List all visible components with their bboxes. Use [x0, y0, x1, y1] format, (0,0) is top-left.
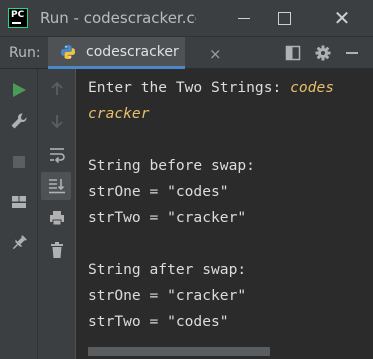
before-strone: strOne = "codes"	[88, 183, 229, 200]
up-arrow-icon[interactable]	[48, 80, 66, 98]
user-input-line2: cracker	[88, 105, 150, 122]
gear-icon[interactable]	[315, 45, 331, 61]
maximize-window-button[interactable]	[272, 6, 296, 30]
after-strone: strOne = "cracker"	[88, 287, 247, 304]
minimize-window-button[interactable]	[232, 6, 256, 30]
print-icon[interactable]	[48, 209, 66, 227]
layout-icon[interactable]	[285, 45, 301, 61]
down-arrow-icon[interactable]	[48, 112, 66, 130]
before-swap-heading: String before swap:	[88, 157, 255, 174]
run-tab-label: codescracker	[86, 44, 179, 60]
after-strtwo: strTwo = "codes"	[88, 313, 229, 330]
run-tab-codescracker[interactable]: codescracker ×	[48, 37, 222, 69]
console-toolbar	[38, 69, 76, 359]
pycharm-logo-icon: PC	[8, 8, 28, 28]
horizontal-scrollbar[interactable]	[88, 347, 270, 356]
minimize-panel-icon[interactable]	[344, 45, 360, 61]
trash-icon[interactable]	[48, 241, 66, 259]
pin-icon[interactable]	[10, 234, 28, 252]
console-line-prompt: Enter the Two Strings: codes	[88, 75, 334, 101]
run-icon[interactable]	[10, 81, 28, 99]
prompt-text: Enter the Two Strings:	[88, 79, 291, 96]
console-output[interactable]: Enter the Two Strings: codes cracker Str…	[76, 69, 373, 359]
wrench-icon[interactable]	[10, 112, 28, 130]
layout-icon[interactable]	[10, 193, 28, 211]
user-input-line1: codes	[290, 79, 335, 96]
run-actions-sidebar	[0, 69, 38, 359]
window-titlebar: PC Run - codescracker.com ✕	[0, 0, 373, 36]
python-icon	[61, 45, 75, 59]
close-window-button[interactable]: ✕	[330, 6, 354, 30]
scroll-to-end-icon[interactable]	[48, 177, 66, 195]
after-swap-heading: String after swap:	[88, 261, 247, 278]
close-tab-icon[interactable]: ×	[209, 45, 222, 63]
stop-icon[interactable]	[10, 153, 28, 171]
run-panel-header: Run: codescracker ×	[0, 36, 373, 69]
before-strtwo: strTwo = "cracker"	[88, 209, 247, 226]
soft-wrap-icon[interactable]	[48, 146, 66, 164]
run-label: Run:	[9, 45, 41, 61]
window-title: Run - codescracker.com	[40, 9, 196, 27]
